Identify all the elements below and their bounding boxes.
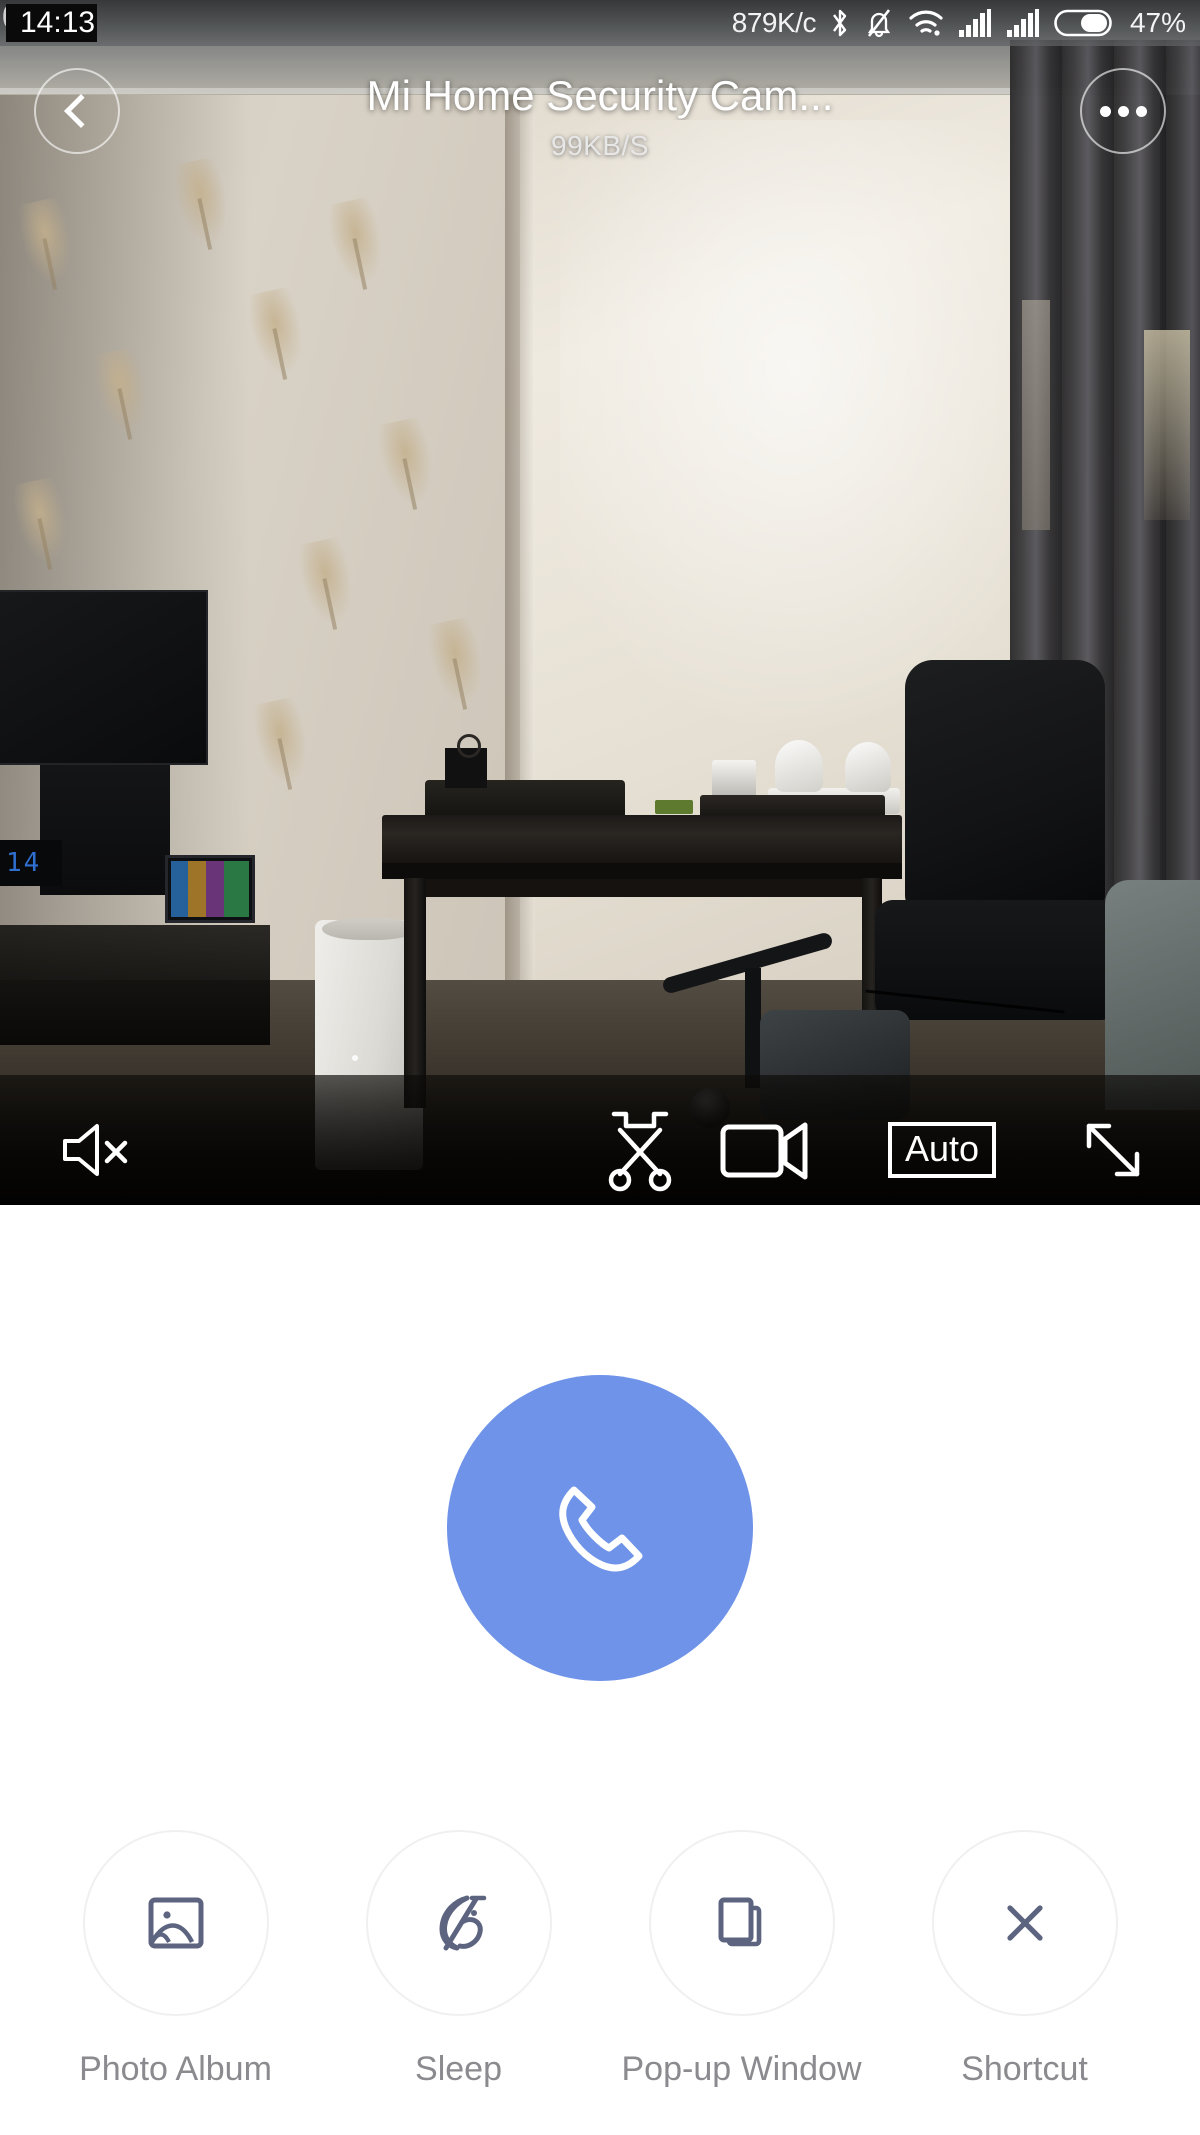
window-gap <box>1022 300 1050 530</box>
small-monitor <box>165 855 255 923</box>
action-sleep-label: Sleep <box>415 2050 502 2088</box>
speaker-muted-icon <box>63 1124 128 1176</box>
bell-muted-icon <box>867 9 891 38</box>
more-options-button[interactable] <box>1080 68 1166 154</box>
bluetooth-icon <box>832 9 847 37</box>
photo-album-icon <box>148 1897 203 1949</box>
title-bar: Mi Home Security Cam... 99KB/S <box>0 60 1200 200</box>
office-chair-seat <box>875 900 1120 1020</box>
small-monitor-image <box>171 861 249 917</box>
control-panel: Photo Album Sleep Pop-up Window Shortcut <box>0 1205 1200 2135</box>
wifi-icon <box>909 10 943 36</box>
action-shortcut-circle[interactable] <box>931 1830 1118 2016</box>
digital-clock <box>0 840 62 886</box>
signal-bars-icon <box>1006 9 1039 37</box>
status-bar-left: 00 14:13 <box>0 0 98 42</box>
record-button[interactable] <box>715 1110 815 1190</box>
phone-handset-icon <box>559 1486 643 1572</box>
status-bar: 00 14:13 879K/c <box>0 0 1200 46</box>
status-time: 14:13 <box>6 4 98 42</box>
wall-glow <box>560 120 1080 740</box>
video-quality-label: Auto <box>888 1122 997 1178</box>
battery-percent-text: 47% <box>1129 7 1186 38</box>
more-dots-icon <box>1099 105 1147 117</box>
air-purifier-top <box>322 918 416 940</box>
action-sleep[interactable]: Sleep <box>344 1830 574 2089</box>
action-popup-window-label: Pop-up Window <box>621 2050 862 2088</box>
page-title: Mi Home Security Cam... <box>366 72 834 119</box>
phone-stand <box>712 760 756 798</box>
action-row: Photo Album Sleep Pop-up Window Shortcut <box>0 1830 1200 2089</box>
action-shortcut[interactable]: Shortcut <box>910 1830 1140 2089</box>
scissors-icon <box>608 1111 672 1192</box>
action-sleep-circle[interactable] <box>365 1830 552 2016</box>
title-block: Mi Home Security Cam... 99KB/S <box>280 72 920 162</box>
action-photo-album-circle[interactable] <box>82 1830 269 2016</box>
network-speed-text: 879K/c <box>731 7 817 38</box>
desk-item-green <box>655 800 693 814</box>
bitrate-subtitle: 99KB/S <box>551 130 649 161</box>
security-camera-left <box>775 740 823 792</box>
pop-up-window-icon <box>718 1897 761 1947</box>
action-shortcut-label: Shortcut <box>961 2050 1088 2088</box>
video-camera-icon <box>720 1122 808 1180</box>
two-way-talk-button[interactable] <box>447 1375 753 1681</box>
mute-button[interactable] <box>52 1110 142 1190</box>
video-control-bar: Auto <box>0 1095 1200 1205</box>
desk-apron <box>420 879 870 897</box>
desk-leg-left <box>404 878 426 1108</box>
action-photo-album-label: Photo Album <box>79 2050 272 2088</box>
action-popup-window-circle[interactable] <box>648 1830 835 2016</box>
air-purifier-indicator <box>352 1055 358 1061</box>
desk-ornament <box>445 734 487 788</box>
curtain-light <box>1144 330 1190 520</box>
signal-bars-icon <box>958 9 991 37</box>
moon-slash-icon <box>439 1895 486 1951</box>
video-quality-button[interactable]: Auto <box>888 1110 997 1190</box>
status-bar-right: 879K/c 47% <box>732 7 1186 39</box>
desk-top <box>382 815 902 867</box>
expand-arrows-icon <box>1086 1123 1140 1177</box>
call-button-wrapper <box>447 1375 753 1681</box>
action-popup-window[interactable]: Pop-up Window <box>622 1830 862 2089</box>
battery-icon <box>1054 9 1112 37</box>
action-photo-album[interactable]: Photo Album <box>61 1830 291 2089</box>
television <box>0 590 208 765</box>
close-x-icon <box>1006 1905 1043 1941</box>
chevron-left-icon <box>64 94 98 128</box>
security-camera-right <box>845 742 891 792</box>
back-button[interactable] <box>34 68 120 154</box>
desk-edge <box>382 863 902 879</box>
snapshot-button[interactable] <box>595 1110 685 1192</box>
fullscreen-button[interactable] <box>1068 1110 1158 1190</box>
office-chair-post <box>745 968 761 1088</box>
office-chair-back <box>905 660 1105 910</box>
shelf-clutter <box>0 925 270 1045</box>
